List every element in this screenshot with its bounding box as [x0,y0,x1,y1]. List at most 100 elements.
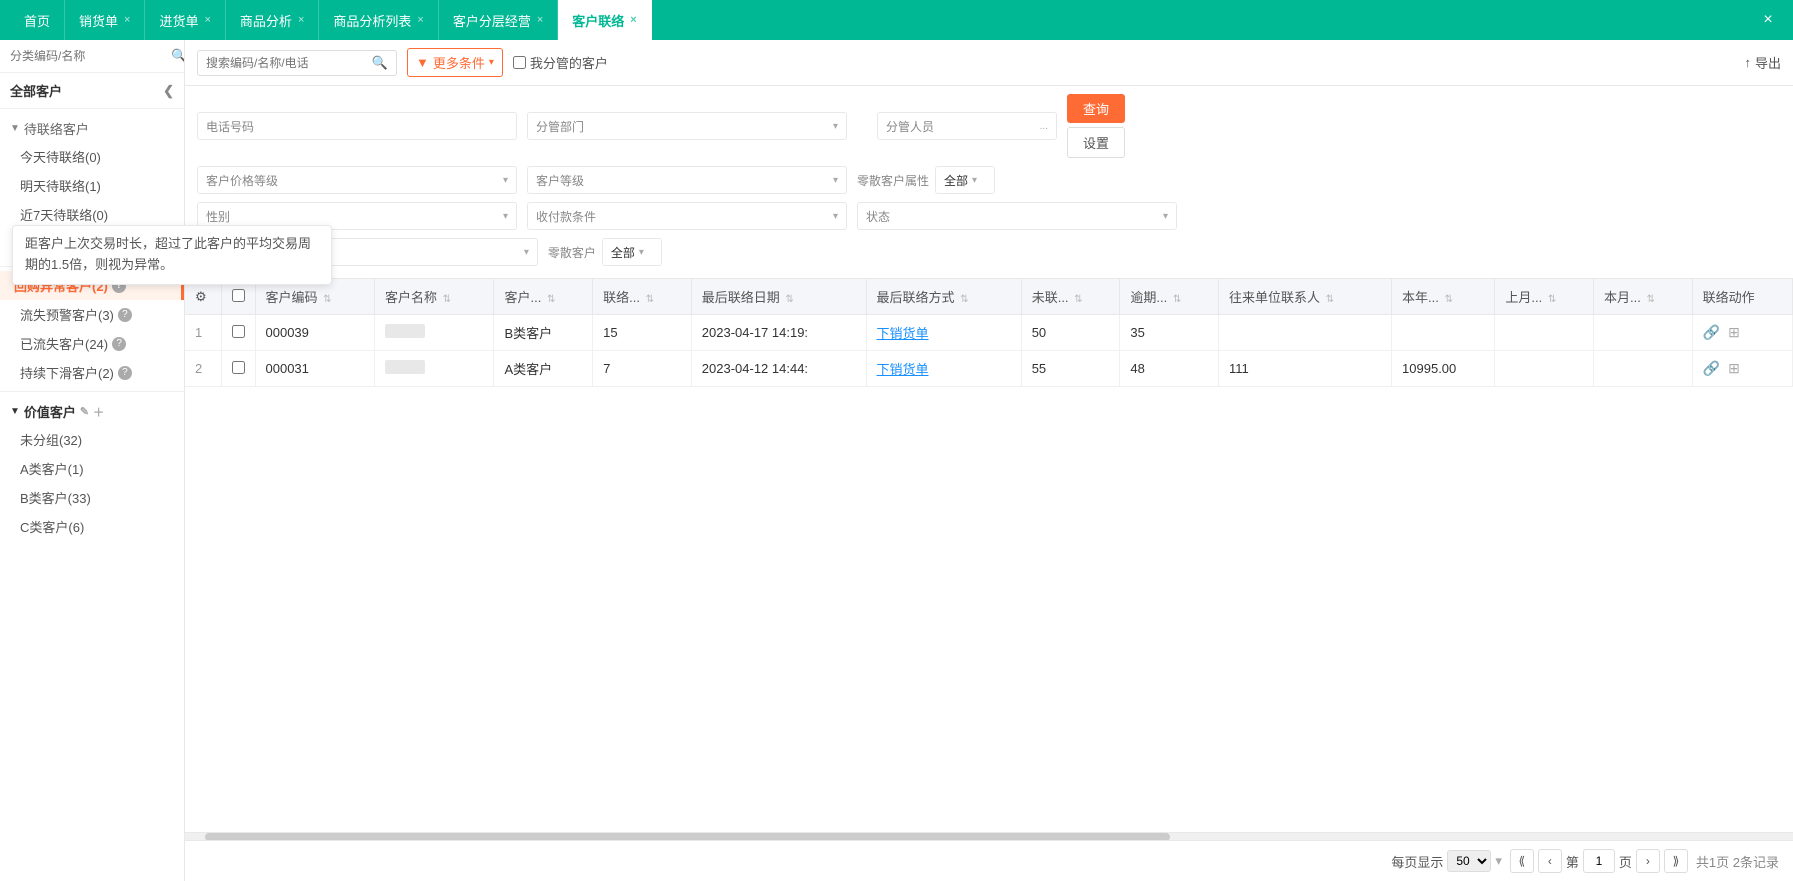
search-icon[interactable]: 🔍 [372,55,388,71]
nav-tab-customer-seg[interactable]: 客户分层经营 × [439,0,558,40]
per-page-dropdown-icon[interactable]: ▾ [1495,853,1502,869]
select-all-checkbox[interactable] [232,289,245,302]
col-contact-count-sort[interactable]: ⇅ [646,294,654,305]
row1-checkbox[interactable] [221,315,255,351]
row1-this-month [1594,315,1693,351]
col-overdue-sort[interactable]: ⇅ [1173,294,1181,305]
sidebar-item-a-class[interactable]: A类客户(1) [0,454,184,483]
top-nav: 首页 销货单 × 进货单 × 商品分析 × 商品分析列表 × 客户分层经营 × … [0,0,1793,40]
sidebar-item-c-class[interactable]: C类客户(6) [0,512,184,541]
nav-tab-sales-close[interactable]: × [124,14,130,26]
search-input-box[interactable]: 🔍 [197,50,397,76]
nav-tab-customer-contact[interactable]: 客户联络 × [558,0,651,40]
sidebar-collapse-icon[interactable]: ❮ [163,83,174,99]
my-customer-checkbox[interactable] [513,56,526,69]
col-name-sort[interactable]: ⇅ [443,294,451,305]
filter-department[interactable]: 分管部门 ▾ [527,112,847,140]
row2-last-method-val[interactable]: 下销货单 [877,362,929,377]
filter-retail-attr-label: 零散客户属性 [857,172,929,189]
sidebar-item-churned[interactable]: 已流失客户(24) ? [0,329,184,358]
nav-tab-analysis[interactable]: 商品分析 × [226,0,319,40]
row2-code-val: 000031 [266,361,309,376]
col-this-year-sort[interactable]: ⇅ [1445,294,1453,305]
filter-gender-arrow: ▾ [503,211,508,222]
sidebar-value-group-title[interactable]: ▼ 价值客户 ✎ ＋ [0,396,184,425]
window-close-button[interactable]: × [1753,5,1783,35]
col-unit-contact: 往来单位联系人 ⇅ [1219,279,1392,315]
filter-manager-label: 分管人员 [886,118,1036,135]
row2-select[interactable] [232,361,245,374]
settings-button[interactable]: 设置 [1067,127,1125,158]
churn-warning-info-icon[interactable]: ? [118,308,132,322]
nav-tab-home[interactable]: 首页 [10,0,65,40]
row1-last-date: 2023-04-17 14:19: [691,315,866,351]
sidebar-item-b-class[interactable]: B类客户(33) [0,483,184,512]
last-page-button[interactable]: ⟫ [1664,849,1688,873]
page-input[interactable] [1583,849,1615,873]
col-last-month-sort[interactable]: ⇅ [1548,294,1556,305]
filter-phone-input[interactable] [258,119,508,133]
nav-tab-purchase[interactable]: 进货单 × [145,0,225,40]
sidebar-pending-group-title[interactable]: ▼ 待联络客户 [0,113,184,142]
sidebar-item-today[interactable]: 今天待联络(0) [0,142,184,171]
sidebar-item-churn-warning[interactable]: 流失预警客户(3) ? [0,300,184,329]
sidebar-all-customers-header[interactable]: 全部客户 ❮ [0,73,184,109]
col-level-sort[interactable]: ⇅ [547,294,555,305]
more-conditions-button[interactable]: ▼ 更多条件 ▾ [407,48,503,77]
row1-last-method[interactable]: 下销货单 [866,315,1021,351]
nav-tab-home-label: 首页 [24,11,50,30]
nav-tab-customer-seg-close[interactable]: × [537,14,543,26]
row1-select[interactable] [232,325,245,338]
query-button[interactable]: 查询 [1067,94,1125,123]
row1-grid-icon[interactable]: ⊞ [1728,324,1740,341]
next-page-button[interactable]: › [1636,849,1660,873]
filter-retail-attr-select[interactable]: 全部 ▾ [935,166,995,194]
filter-phone[interactable]: 电话号码 [197,112,517,140]
col-last-date-sort[interactable]: ⇅ [785,294,793,305]
row1-last-method-val[interactable]: 下销货单 [877,326,929,341]
row2-checkbox[interactable] [221,351,255,387]
row2-grid-icon[interactable]: ⊞ [1728,360,1740,377]
nav-tab-sales[interactable]: 销货单 × [65,0,145,40]
filter-payment[interactable]: 收付款条件 ▾ [527,202,847,230]
row2-link-icon[interactable]: 🔗 [1703,360,1720,377]
row1-overdue-val: 35 [1130,325,1144,340]
horizontal-scrollbar[interactable] [185,832,1793,840]
nav-tab-customer-contact-close[interactable]: × [630,14,636,26]
filter-customer-level[interactable]: 客户等级 ▾ [527,166,847,194]
row1-uncontact: 50 [1021,315,1120,351]
col-uncontact-sort[interactable]: ⇅ [1074,294,1082,305]
churned-info-icon[interactable]: ? [112,337,126,351]
first-page-button[interactable]: ⟪ [1510,849,1534,873]
sidebar-value-add-icon[interactable]: ＋ [93,404,104,420]
col-unit-contact-sort[interactable]: ⇅ [1326,294,1334,305]
prev-page-button[interactable]: ‹ [1538,849,1562,873]
filter-retail-customer-select[interactable]: 全部 ▾ [602,238,662,266]
col-code-sort[interactable]: ⇅ [323,294,331,305]
row1-link-icon[interactable]: 🔗 [1703,324,1720,341]
sidebar-item-declining[interactable]: 持续下滑客户(2) ? [0,358,184,387]
row2-last-method[interactable]: 下销货单 [866,351,1021,387]
sidebar-item-ungroup[interactable]: 未分组(32) [0,425,184,454]
col-this-month-sort[interactable]: ⇅ [1646,294,1654,305]
search-input[interactable] [206,56,366,70]
filter-payment-label: 收付款条件 [536,208,829,225]
nav-tab-purchase-close[interactable]: × [204,14,210,26]
per-page-select[interactable]: 50 [1447,850,1491,872]
export-button[interactable]: ↑ 导出 [1744,53,1781,72]
sidebar-item-tomorrow[interactable]: 明天待联络(1) [0,171,184,200]
col-last-date: 最后联络日期 ⇅ [691,279,866,315]
col-last-method-sort[interactable]: ⇅ [960,294,968,305]
filter-status[interactable]: 状态 ▾ [857,202,1177,230]
filter-price-level[interactable]: 客户价格等级 ▾ [197,166,517,194]
nav-tab-analysis-list-close[interactable]: × [417,14,423,26]
declining-info-icon[interactable]: ? [118,366,132,380]
sidebar-divider-2 [0,391,184,392]
sidebar-value-edit-icon[interactable]: ✎ [80,405,89,418]
sidebar-search-input[interactable] [10,49,165,63]
nav-tab-analysis-list[interactable]: 商品分析列表 × [319,0,438,40]
nav-tab-analysis-close[interactable]: × [298,14,304,26]
filter-manager[interactable]: 分管人员 ... [877,112,1057,140]
advanced-filter: 电话号码 分管部门 ▾ 分管人员 ... 查询 [185,86,1793,279]
sidebar-search-icon[interactable]: 🔍 [171,48,185,64]
